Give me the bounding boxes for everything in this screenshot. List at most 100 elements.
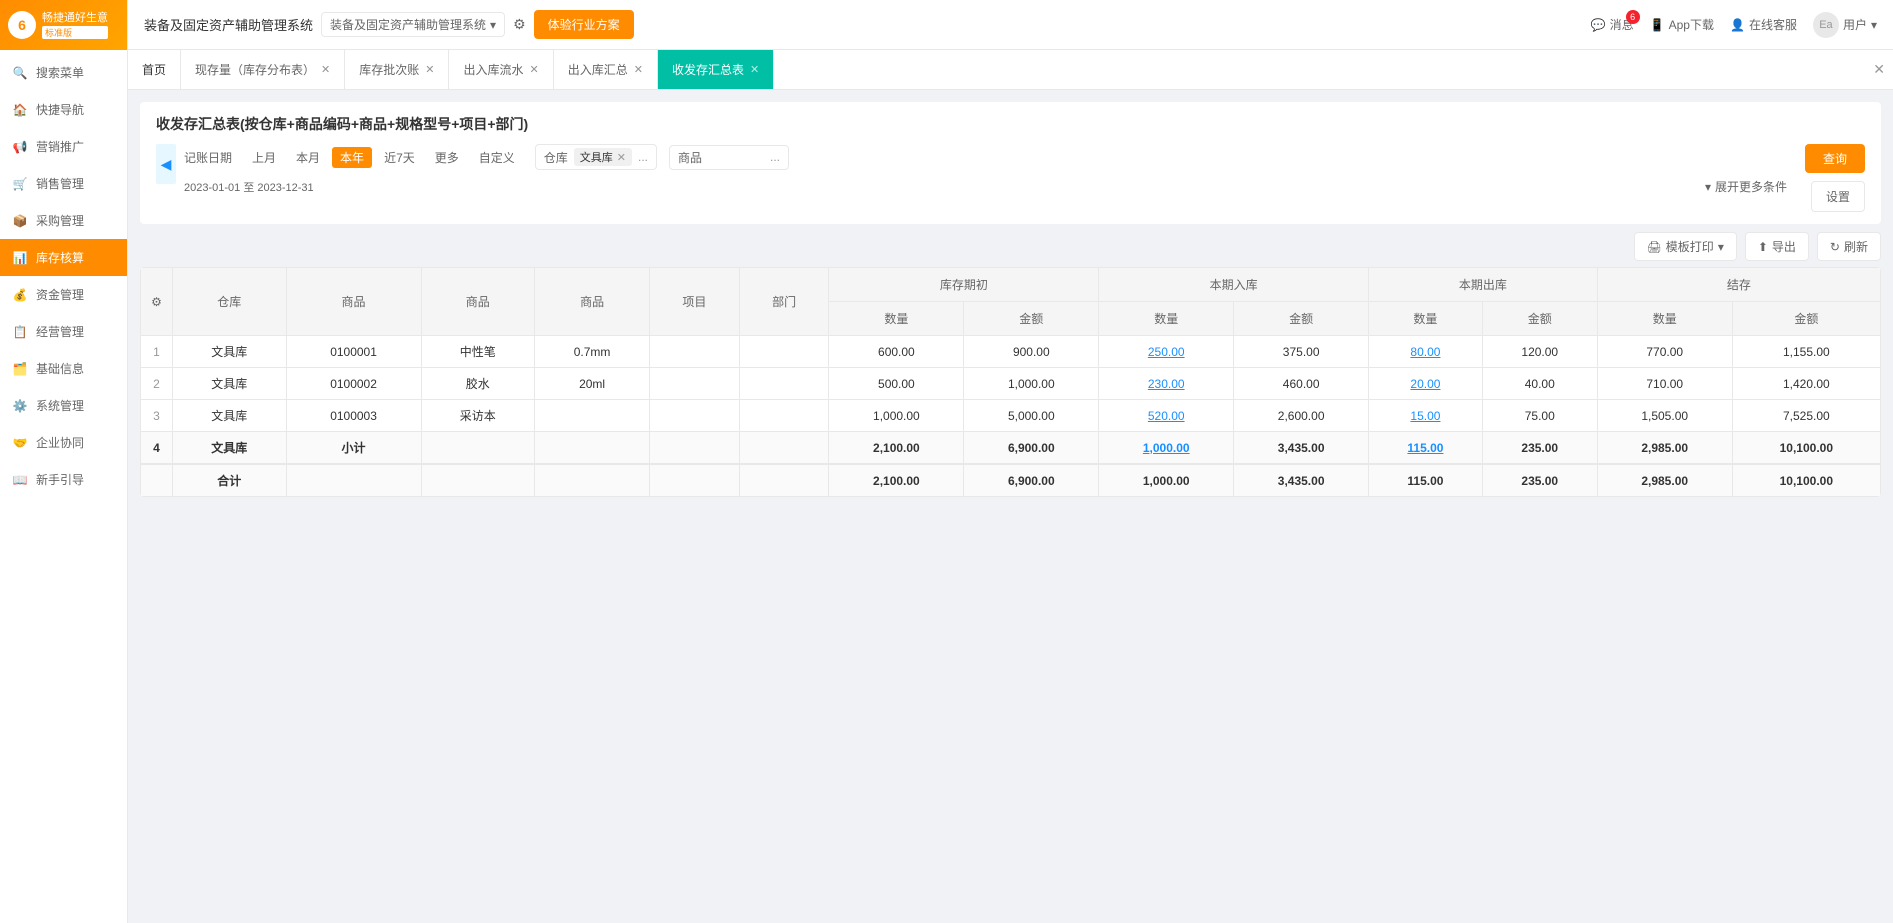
subtotal-in-qty[interactable]: 1,000.00 [1099,432,1234,465]
tab-batch[interactable]: 库存批次账 ✕ [345,50,449,90]
closing-qty-cell: 1,505.00 [1597,400,1732,432]
department-cell [739,336,829,368]
refresh-button[interactable]: ↻ 刷新 [1817,232,1881,261]
sidebar-item-enterprise[interactable]: 🤝 企业协同 [0,424,127,461]
inventory-icon: 📊 [12,251,28,265]
date-filter-this-year[interactable]: 本年 [332,147,372,168]
col-settings-header[interactable]: ⚙ [141,268,173,336]
sidebar-logo: 6 畅捷通好生意 标准版 [0,0,127,50]
system-icon: ⚙️ [12,399,28,413]
opening-amount-cell: 5,000.00 [964,400,1099,432]
tab-recv-send[interactable]: 收发存汇总表 ✕ [658,50,774,90]
sales-icon: 🛒 [12,177,28,191]
message-button[interactable]: 💬 消息 6 [1591,16,1634,33]
sidebar-item-sales[interactable]: 🛒 销售管理 [0,165,127,202]
in-qty-cell[interactable]: 230.00 [1099,368,1234,400]
sidebar-item-search[interactable]: 🔍 搜索菜单 [0,54,127,91]
footer-empty [141,464,173,497]
online-service-button[interactable]: 👤 在线客服 [1730,16,1797,33]
date-filter-custom[interactable]: 自定义 [471,147,523,168]
filter-collapse-button[interactable]: ◀ [156,144,176,184]
in-amount-cell: 2,600.00 [1234,400,1369,432]
topbar-left: 装备及固定资产辅助管理系统 装备及固定资产辅助管理系统 ▾ ⚙ 体验行业方案 [144,10,634,39]
date-filter-last-month[interactable]: 上月 [244,147,284,168]
col-product-spec-header: 商品 [535,268,650,336]
opening-qty-cell: 500.00 [829,368,964,400]
closing-qty-cell: 710.00 [1597,368,1732,400]
close-icon[interactable]: ✕ [425,63,434,76]
sidebar-item-inventory[interactable]: 📊 库存核算 [0,239,127,276]
tab-home[interactable]: 首页 [128,50,181,90]
col-out-qty-header: 数量 [1369,302,1483,336]
sidebar-item-marketing[interactable]: 📢 营销推广 [0,128,127,165]
settings-icon[interactable]: ⚙ [513,16,526,33]
product-filter[interactable]: 商品 ... [669,145,789,170]
col-project-header: 项目 [650,268,740,336]
close-icon[interactable]: ✕ [634,63,643,76]
out-qty-cell[interactable]: 15.00 [1369,400,1483,432]
sidebar-item-basic[interactable]: 🗂️ 基础信息 [0,350,127,387]
remove-warehouse-icon[interactable]: ✕ [617,151,626,164]
opening-amount-cell: 900.00 [964,336,1099,368]
date-filter-group: 上月 本月 本年 近7天 更多 自定义 [244,147,523,168]
out-amount-cell: 40.00 [1482,368,1597,400]
out-qty-cell[interactable]: 80.00 [1369,336,1483,368]
sidebar-item-business[interactable]: 📋 经营管理 [0,313,127,350]
settings-button[interactable]: 设置 [1811,181,1865,212]
system-selector[interactable]: 装备及固定资产辅助管理系统 ▾ [321,12,505,37]
guide-icon: 📖 [12,473,28,487]
col-opening-qty-header: 数量 [829,302,964,336]
close-icon[interactable]: ✕ [750,63,759,76]
col-product-code-header: 商品 [286,268,421,336]
warehouse-filter[interactable]: 仓库 文具库 ✕ ... [535,144,657,170]
footer-label: 合计 [173,464,287,497]
tab-stock-dist[interactable]: 现存量（库存分布表） ✕ [181,50,345,90]
topbar: 装备及固定资产辅助管理系统 装备及固定资产辅助管理系统 ▾ ⚙ 体验行业方案 💬… [128,0,1893,50]
close-all-tabs-button[interactable]: ✕ [1865,57,1893,82]
trial-button[interactable]: 体验行业方案 [534,10,634,39]
product-code-cell: 0100001 [286,336,421,368]
date-filter-this-month[interactable]: 本月 [288,147,328,168]
expand-conditions-button[interactable]: ▾ 展开更多条件 [1705,178,1787,195]
in-qty-cell[interactable]: 520.00 [1099,400,1234,432]
out-qty-cell[interactable]: 20.00 [1369,368,1483,400]
footer-in-amount: 3,435.00 [1234,464,1369,497]
chevron-down-icon: ▾ [490,18,496,32]
app-download-button[interactable]: 📱 App下载 [1650,16,1714,33]
sidebar-item-guide[interactable]: 📖 新手引导 [0,461,127,498]
col-in-amount-header: 金额 [1234,302,1369,336]
close-icon[interactable]: ✕ [321,63,330,76]
product-spec-cell: 0.7mm [535,336,650,368]
date-range-display: 2023-01-01 至 2023-12-31 [184,179,314,195]
subtotal-out-amount: 235.00 [1482,432,1597,465]
query-button[interactable]: 查询 [1805,144,1865,173]
subtotal-out-qty[interactable]: 115.00 [1369,432,1483,465]
closing-qty-cell: 770.00 [1597,336,1732,368]
sidebar-item-quick-nav[interactable]: 🏠 快捷导航 [0,91,127,128]
user-menu[interactable]: Ea 用户 ▾ [1813,12,1877,38]
tab-summary[interactable]: 出入库汇总 ✕ [554,50,658,90]
close-icon[interactable]: ✕ [530,63,539,76]
more-filter-icon[interactable]: ... [638,150,648,164]
sidebar-item-purchase[interactable]: 📦 采购管理 [0,202,127,239]
export-button[interactable]: ⬆ 导出 [1745,232,1809,261]
col-closing-amount-header: 金额 [1732,302,1880,336]
chevron-down-icon: ▾ [1871,18,1877,32]
date-filter-more[interactable]: 更多 [427,147,467,168]
tab-flow[interactable]: 出入库流水 ✕ [449,50,553,90]
more-product-icon[interactable]: ... [770,150,780,164]
date-filter-7days[interactable]: 近7天 [376,147,423,168]
footer-closing-qty: 2,985.00 [1597,464,1732,497]
footer-out-amount: 235.00 [1482,464,1597,497]
table-row: 2 文具库 0100002 胶水 20ml 500.00 1,000.00 23… [141,368,1881,400]
col-product-name-header: 商品 [421,268,535,336]
col-out-header: 本期出库 [1369,268,1598,302]
print-button[interactable]: 🖨 模板打印 ▾ [1634,232,1737,261]
in-qty-cell[interactable]: 250.00 [1099,336,1234,368]
service-icon: 👤 [1730,18,1745,32]
sidebar-item-finance[interactable]: 💰 资金管理 [0,276,127,313]
col-department-header: 部门 [739,268,829,336]
product-name-cell: 中性笔 [421,336,535,368]
print-icon: 🖨 [1647,240,1662,254]
sidebar-item-system[interactable]: ⚙️ 系统管理 [0,387,127,424]
